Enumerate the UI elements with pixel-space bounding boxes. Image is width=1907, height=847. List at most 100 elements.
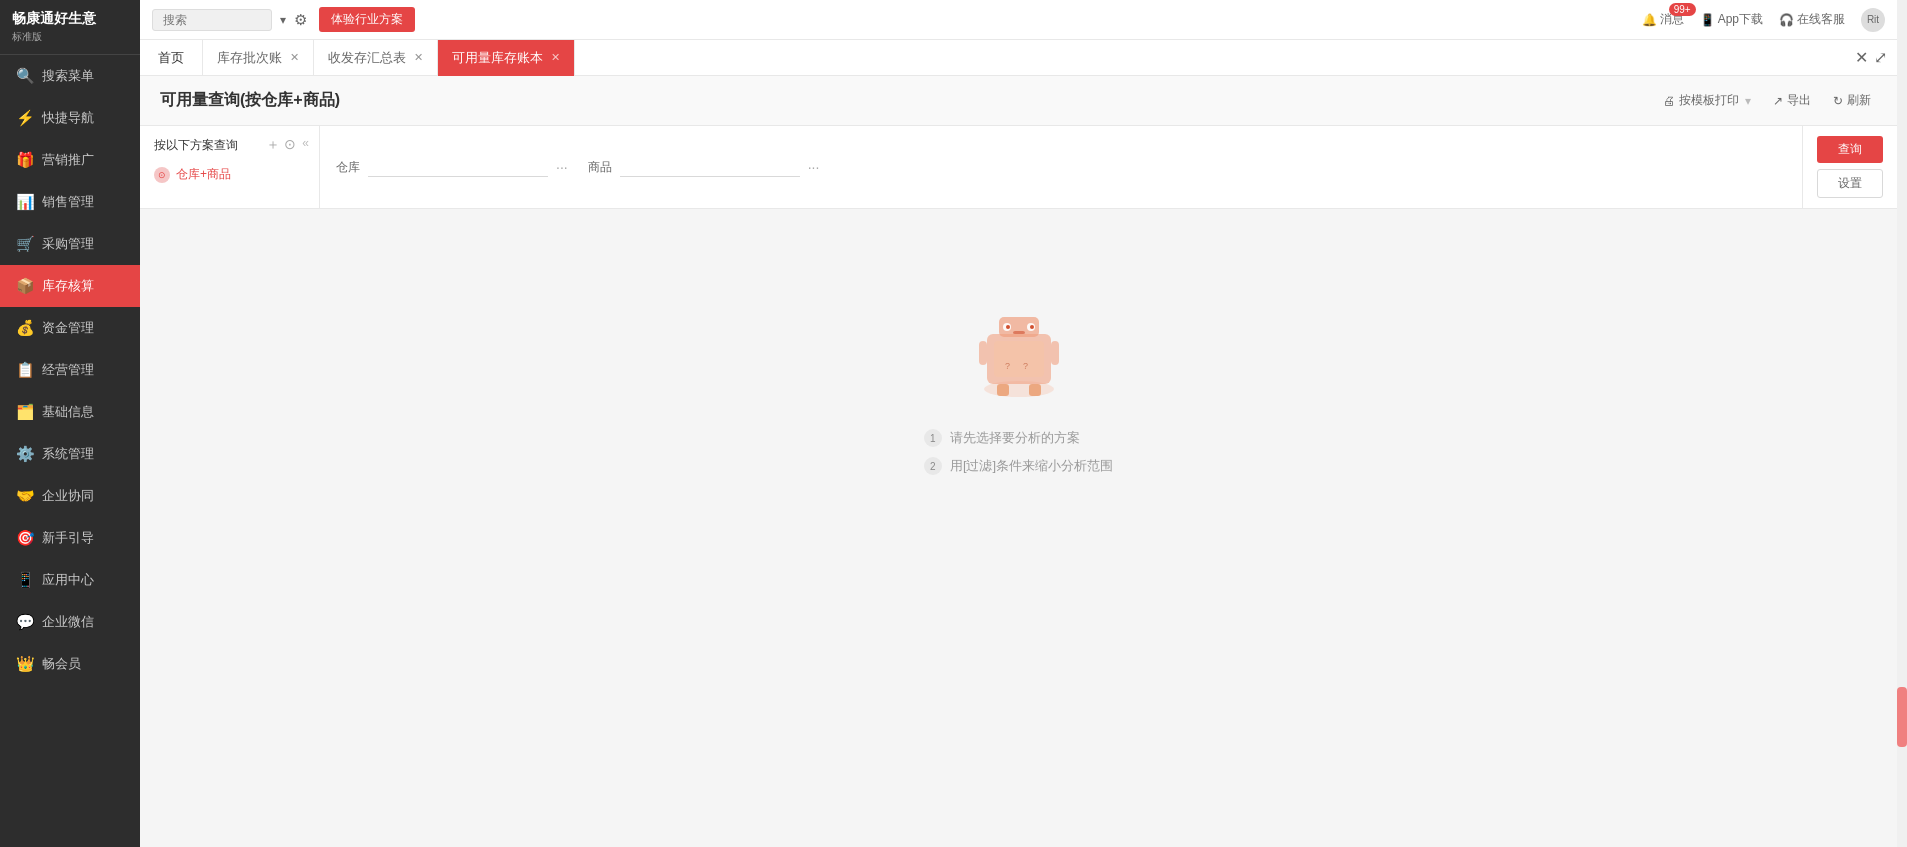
expand-button[interactable]: ⤢ (1874, 48, 1887, 67)
crown-icon: 👑 (16, 655, 34, 673)
warehouse-more-icon[interactable]: ··· (556, 159, 568, 175)
app-label: App下载 (1718, 11, 1763, 28)
message-button[interactable]: 🔔 消息 99+ (1642, 11, 1684, 28)
scheme-header-label: 按以下方案查询 (154, 137, 238, 154)
goods-more-icon[interactable]: ··· (808, 159, 820, 175)
cart-icon: 🛒 (16, 235, 34, 253)
export-icon: ↗ (1773, 94, 1783, 108)
sidebar-item-operations[interactable]: 📋 经营管理 (0, 349, 140, 391)
gift-icon: 🎁 (16, 151, 34, 169)
header-dropdown-button[interactable]: ▾ (280, 13, 286, 27)
trial-button[interactable]: 体验行业方案 (319, 7, 415, 32)
sidebar-item-wechat[interactable]: 💬 企业微信 (0, 601, 140, 643)
query-button[interactable]: 查询 (1817, 136, 1883, 163)
goods-field-group: 商品 ··· (588, 158, 820, 177)
scroll-thumb[interactable] (1897, 687, 1907, 747)
page-header-actions: 🖨 按模板打印 ▾ ↗ 导出 ↻ 刷新 (1657, 88, 1877, 113)
tab-batch-account[interactable]: 库存批次账 ✕ (203, 40, 314, 76)
svg-rect-8 (1013, 331, 1025, 334)
goods-input[interactable] (620, 158, 800, 177)
sidebar-item-label: 资金管理 (42, 319, 94, 337)
logo-title: 畅康通好生意 (12, 10, 128, 28)
svg-rect-9 (979, 341, 987, 365)
sidebar-item-label: 快捷导航 (42, 109, 94, 127)
sidebar-item-shortcut[interactable]: ⚡ 快捷导航 (0, 97, 140, 139)
phone-icon: 📱 (16, 571, 34, 589)
tab-batch-account-label: 库存批次账 (217, 49, 282, 67)
sidebar-item-label: 畅会员 (42, 655, 81, 673)
sidebar-logo: 畅康通好生意 标准版 (0, 0, 140, 55)
sidebar-item-label: 应用中心 (42, 571, 94, 589)
money-icon: 💰 (16, 319, 34, 337)
add-scheme-icon[interactable]: ＋ (266, 136, 280, 154)
scheme-header: 按以下方案查询 ＋ ⊙ « (140, 136, 319, 160)
sidebar-item-purchase[interactable]: 🛒 采购管理 (0, 223, 140, 265)
sidebar-item-label: 企业微信 (42, 613, 94, 631)
right-scrollbar[interactable] (1897, 0, 1907, 847)
app-download-button[interactable]: 📱 App下载 (1700, 11, 1763, 28)
svg-text:?: ? (1005, 361, 1010, 371)
header-right: 🔔 消息 99+ 📱 App下载 🎧 在线客服 Rit (1642, 8, 1885, 32)
scheme-item-label: 仓库+商品 (176, 166, 231, 183)
query-actions: 查询 设置 (1802, 126, 1897, 208)
sidebar-item-label: 销售管理 (42, 193, 94, 211)
sidebar-item-system[interactable]: ⚙️ 系统管理 (0, 433, 140, 475)
chart-icon: 📊 (16, 193, 34, 211)
folder-icon: 🗂️ (16, 403, 34, 421)
sidebar-item-finance[interactable]: 💰 资金管理 (0, 307, 140, 349)
export-label: 导出 (1787, 92, 1811, 109)
scheme-item-warehouse-goods[interactable]: ⊙ 仓库+商品 (140, 160, 319, 189)
header-gear-icon[interactable]: ⚙ (294, 11, 307, 29)
print-button[interactable]: 🖨 按模板打印 ▾ (1657, 88, 1757, 113)
message-badge: 99+ (1669, 3, 1696, 16)
handshake-icon: 🤝 (16, 487, 34, 505)
tab-home[interactable]: 首页 (140, 40, 203, 76)
user-avatar[interactable]: Rit (1861, 8, 1885, 32)
tab-close-icon[interactable]: ✕ (414, 51, 423, 64)
sidebar-item-label: 新手引导 (42, 529, 94, 547)
svg-text:?: ? (1023, 361, 1028, 371)
empty-illustration: ? ? (959, 289, 1079, 409)
sidebar-item-search[interactable]: 🔍 搜索菜单 (0, 55, 140, 97)
logo-subtitle: 标准版 (12, 30, 128, 44)
tab-available-qty[interactable]: 可用量库存账本 ✕ (438, 40, 575, 76)
collapse-scheme-icon[interactable]: « (302, 136, 309, 154)
sidebar: 畅康通好生意 标准版 🔍 搜索菜单 ⚡ 快捷导航 🎁 营销推广 📊 销售管理 🛒… (0, 0, 140, 847)
query-panel: 按以下方案查询 ＋ ⊙ « ⊙ 仓库+商品 仓库 ··· (140, 126, 1897, 209)
clipboard-icon: 📋 (16, 361, 34, 379)
svg-point-6 (1006, 325, 1010, 329)
warehouse-input[interactable] (368, 158, 548, 177)
printer-icon: 🖨 (1663, 94, 1675, 108)
setting-button[interactable]: 设置 (1817, 169, 1883, 198)
headphone-icon: 🎧 (1779, 13, 1794, 27)
empty-hints: 1 请先选择要分析的方案 2 用[过滤]条件来缩小分析范围 (924, 429, 1113, 475)
sidebar-item-base-info[interactable]: 🗂️ 基础信息 (0, 391, 140, 433)
goods-field-label: 商品 (588, 159, 612, 176)
export-button[interactable]: ↗ 导出 (1767, 88, 1817, 113)
tabs-bar: 首页 库存批次账 ✕ 收发存汇总表 ✕ 可用量库存账本 ✕ ✕ ⤢ (140, 40, 1897, 76)
close-tab-button[interactable]: ✕ (1855, 48, 1868, 67)
refresh-button[interactable]: ↻ 刷新 (1827, 88, 1877, 113)
tab-summary[interactable]: 收发存汇总表 ✕ (314, 40, 438, 76)
sidebar-item-inventory[interactable]: 📦 库存核算 (0, 265, 140, 307)
hint-text-1: 请先选择要分析的方案 (950, 429, 1080, 447)
settings-scheme-icon[interactable]: ⊙ (284, 136, 296, 154)
tab-summary-label: 收发存汇总表 (328, 49, 406, 67)
sidebar-item-guide[interactable]: 🎯 新手引导 (0, 517, 140, 559)
tab-close-icon[interactable]: ✕ (290, 51, 299, 64)
scheme-dot-icon: ⊙ (154, 167, 170, 183)
sidebar-item-enterprise[interactable]: 🤝 企业协同 (0, 475, 140, 517)
sidebar-item-sales[interactable]: 📊 销售管理 (0, 181, 140, 223)
sidebar-item-marketing[interactable]: 🎁 营销推广 (0, 139, 140, 181)
sidebar-item-label: 搜索菜单 (42, 67, 94, 85)
svg-rect-2 (994, 341, 1044, 377)
main-area: ▾ ⚙ 体验行业方案 🔔 消息 99+ 📱 App下载 🎧 在线客服 Rit (140, 0, 1897, 847)
tab-close-icon[interactable]: ✕ (551, 51, 560, 64)
service-button[interactable]: 🎧 在线客服 (1779, 11, 1845, 28)
sidebar-item-member[interactable]: 👑 畅会员 (0, 643, 140, 685)
refresh-label: 刷新 (1847, 92, 1871, 109)
hint-number-1: 1 (924, 429, 942, 447)
hint-number-2: 2 (924, 457, 942, 475)
sidebar-item-app[interactable]: 📱 应用中心 (0, 559, 140, 601)
header-search-input[interactable] (152, 9, 272, 31)
